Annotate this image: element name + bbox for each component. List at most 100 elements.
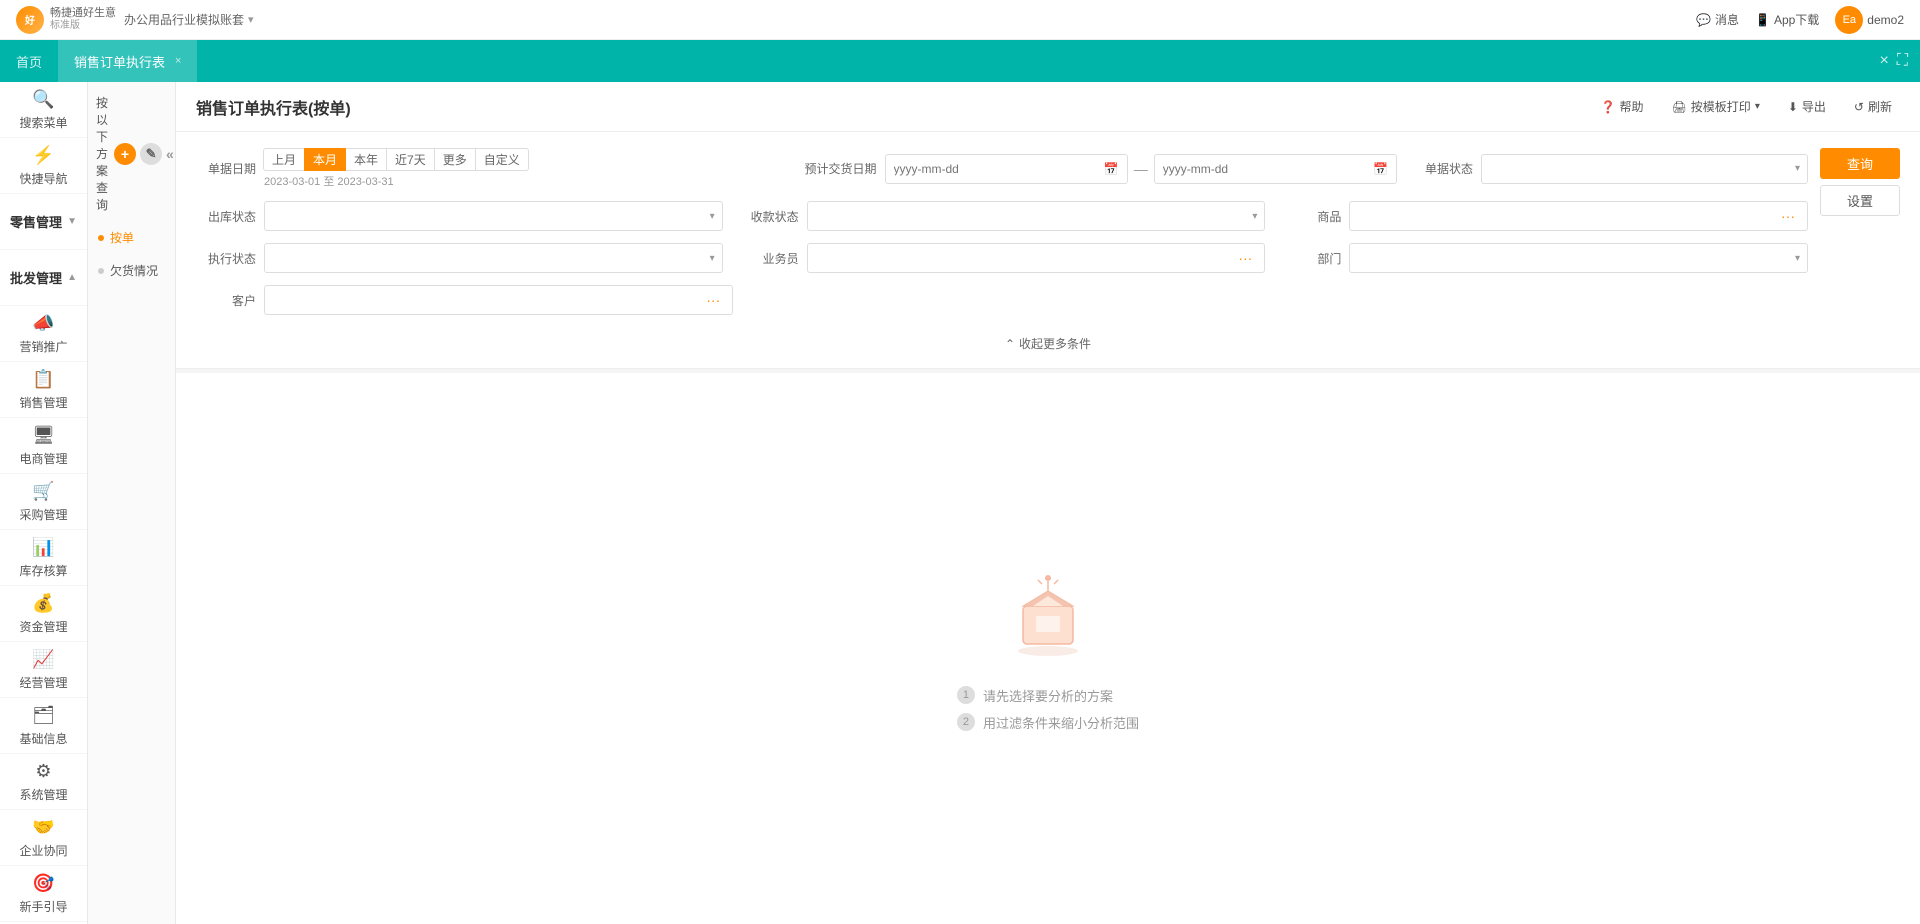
refresh-button[interactable]: ↺ 刷新 — [1846, 94, 1900, 119]
newbie-icon: 🎯 — [32, 873, 54, 894]
settings-button[interactable]: 设置 — [1820, 185, 1900, 216]
order-status-select[interactable] — [1481, 154, 1808, 184]
sidebar-item-search-menu[interactable]: 🔍 搜索菜单 — [0, 82, 87, 138]
tab-bar-actions: × ⛶ — [1879, 52, 1920, 70]
help-button[interactable]: ❓ 帮助 — [1593, 94, 1652, 119]
tab-close-icon[interactable]: × — [175, 55, 181, 67]
refresh-icon: ↺ — [1854, 100, 1864, 114]
calendar-from-icon[interactable]: 📅 — [1104, 162, 1119, 176]
main-content: 销售订单执行表(按单) ❓ 帮助 🖨 按模板打印 ▾ ⬇ 导出 ↺ 刷新 — [176, 82, 1920, 924]
sidebar-item-inventory[interactable]: 📊 库存核算 — [0, 530, 87, 586]
message-icon: 💬 — [1696, 13, 1711, 27]
filter-row-4: 客户 ··· — [196, 285, 1808, 315]
payment-select-wrap[interactable]: ▾ — [807, 201, 1266, 231]
header-left: 好 畅捷通好生意 标准版 办公用品行业模拟账套 ▾ — [16, 6, 254, 34]
execution-select-wrap[interactable]: ▾ — [264, 243, 723, 273]
empty-illustration — [998, 566, 1098, 666]
sidebar-item-basic[interactable]: 🗂 基础信息 — [0, 698, 87, 754]
marketing-label: 营销推广 — [19, 338, 67, 355]
main-layout: 🔍 搜索菜单 ⚡ 快捷导航 零售管理 ▼ 批发管理 ▲ 📣 营销推广 📋 销售管… — [0, 82, 1920, 924]
tab-sales-order[interactable]: 销售订单执行表 × — [58, 40, 197, 82]
sidebar-item-newbie[interactable]: 🎯 新手引导 — [0, 866, 87, 922]
tab-close-all[interactable]: × — [1879, 52, 1888, 70]
filter-group-salesperson: 业务员 ··· — [739, 243, 1266, 273]
tab-maximize[interactable]: ⛶ — [1897, 52, 1908, 70]
tab-bar: 首页 销售订单执行表 × × ⛶ — [0, 40, 1920, 82]
date-separator: — — [1132, 161, 1150, 177]
salesperson-dots[interactable]: ··· — [1234, 250, 1256, 266]
debt-label: 欠货情况 — [110, 262, 158, 279]
department-select-wrap[interactable]: ▾ — [1349, 243, 1808, 273]
execution-select[interactable] — [264, 243, 723, 273]
sidebar-item-sales[interactable]: 📋 销售管理 — [0, 362, 87, 418]
search-button[interactable]: 查询 — [1820, 148, 1900, 179]
expected-date-from[interactable]: 📅 — [885, 154, 1128, 184]
retail-label: 零售管理 — [10, 212, 62, 231]
sidebar-item-finance[interactable]: 💰 资金管理 — [0, 586, 87, 642]
filter-group-expected-date: 预计交货日期 📅 — 📅 — [805, 154, 1398, 184]
date-tab-this-month[interactable]: 本月 — [304, 148, 346, 171]
inactive-dot — [98, 268, 104, 274]
payment-select[interactable] — [807, 201, 1266, 231]
message-button[interactable]: 💬 消息 — [1696, 11, 1739, 28]
outbound-label: 出库状态 — [196, 208, 256, 225]
calendar-to-icon[interactable]: 📅 — [1373, 162, 1388, 176]
sidebar-item-wholesale[interactable]: 批发管理 ▲ — [0, 250, 87, 306]
expected-date-label: 预计交货日期 — [805, 160, 877, 177]
outbound-select-wrap[interactable]: ▾ — [264, 201, 723, 231]
date-tab-this-year[interactable]: 本年 — [345, 148, 387, 171]
collapse-bar[interactable]: ⌃ 收起更多条件 — [196, 327, 1900, 360]
tip2-text: 用过滤条件来缩小分析范围 — [983, 713, 1139, 732]
enterprise-label: 企业协同 — [19, 842, 67, 859]
finance-icon: 💰 — [32, 593, 54, 614]
user-profile[interactable]: Ea demo2 — [1835, 6, 1904, 34]
sales-label: 销售管理 — [19, 394, 67, 411]
date-tabs: 上月 本月 本年 近7天 更多 自定义 — [264, 148, 789, 171]
sidebar-item-retail[interactable]: 零售管理 ▼ — [0, 194, 87, 250]
page-actions: ❓ 帮助 🖨 按模板打印 ▾ ⬇ 导出 ↺ 刷新 — [1593, 94, 1900, 119]
tab-home[interactable]: 首页 — [0, 40, 58, 82]
sidebar-item-system[interactable]: ⚙ 系统管理 — [0, 754, 87, 810]
edit-scheme-button[interactable]: ✎ — [140, 143, 162, 165]
customer-label: 客户 — [196, 292, 256, 309]
filter-panel: 单据日期 上月 本月 本年 近7天 更多 自定义 20 — [176, 132, 1920, 369]
export-icon: ⬇ — [1788, 100, 1798, 114]
empty-state: 1 请先选择要分析的方案 2 用过滤条件来缩小分析范围 — [176, 373, 1920, 924]
add-scheme-button[interactable]: + — [114, 143, 136, 165]
sidebar-item-operation[interactable]: 📈 经营管理 — [0, 642, 87, 698]
customer-dots[interactable]: ··· — [702, 292, 724, 308]
sidebar-item-enterprise[interactable]: 🤝 企业协同 — [0, 810, 87, 866]
export-button[interactable]: ⬇ 导出 — [1780, 94, 1834, 119]
second-nav-item-debt[interactable]: 欠货情况 — [88, 254, 175, 287]
second-nav-item-pressing[interactable]: 按单 — [88, 221, 175, 254]
sidebar-item-ecommerce[interactable]: 🖥 电商管理 — [0, 418, 87, 474]
collapse-nav-icon[interactable]: « — [166, 146, 174, 162]
pressing-label: 按单 — [110, 229, 134, 246]
execution-label: 执行状态 — [196, 250, 256, 267]
print-button[interactable]: 🖨 按模板打印 ▾ — [1664, 94, 1768, 119]
product-dots[interactable]: ··· — [1777, 208, 1799, 224]
date-tab-last7[interactable]: 近7天 — [386, 148, 435, 171]
date-tab-more[interactable]: 更多 — [434, 148, 476, 171]
sidebar-item-marketing[interactable]: 📣 营销推广 — [0, 306, 87, 362]
expected-date-from-input[interactable] — [894, 162, 1100, 176]
page-title: 销售订单执行表(按单) — [196, 95, 351, 119]
expected-date-to[interactable]: 📅 — [1154, 154, 1397, 184]
app-download-button[interactable]: 📱 App下载 — [1755, 11, 1819, 28]
sales-icon: 📋 — [32, 369, 54, 390]
filter-group-date: 单据日期 上月 本月 本年 近7天 更多 自定义 20 — [196, 148, 789, 189]
sidebar-item-purchase[interactable]: 🛒 采购管理 — [0, 474, 87, 530]
order-status-select-wrap[interactable]: ▾ — [1481, 154, 1808, 184]
date-label: 单据日期 — [196, 160, 256, 177]
breadcrumb[interactable]: 办公用品行业模拟账套 ▾ — [124, 11, 254, 28]
second-nav-title: 按以下方案查询 — [96, 94, 108, 213]
wholesale-label: 批发管理 — [10, 268, 62, 287]
outbound-select[interactable] — [264, 201, 723, 231]
date-tab-prev-month[interactable]: 上月 — [263, 148, 305, 171]
expected-date-to-input[interactable] — [1163, 162, 1369, 176]
sidebar-item-quick-nav[interactable]: ⚡ 快捷导航 — [0, 138, 87, 194]
department-select[interactable] — [1349, 243, 1808, 273]
date-tab-custom[interactable]: 自定义 — [475, 148, 529, 171]
tip1-num: 1 — [957, 686, 975, 704]
top-header: 好 畅捷通好生意 标准版 办公用品行业模拟账套 ▾ 💬 消息 📱 App下载 E… — [0, 0, 1920, 40]
